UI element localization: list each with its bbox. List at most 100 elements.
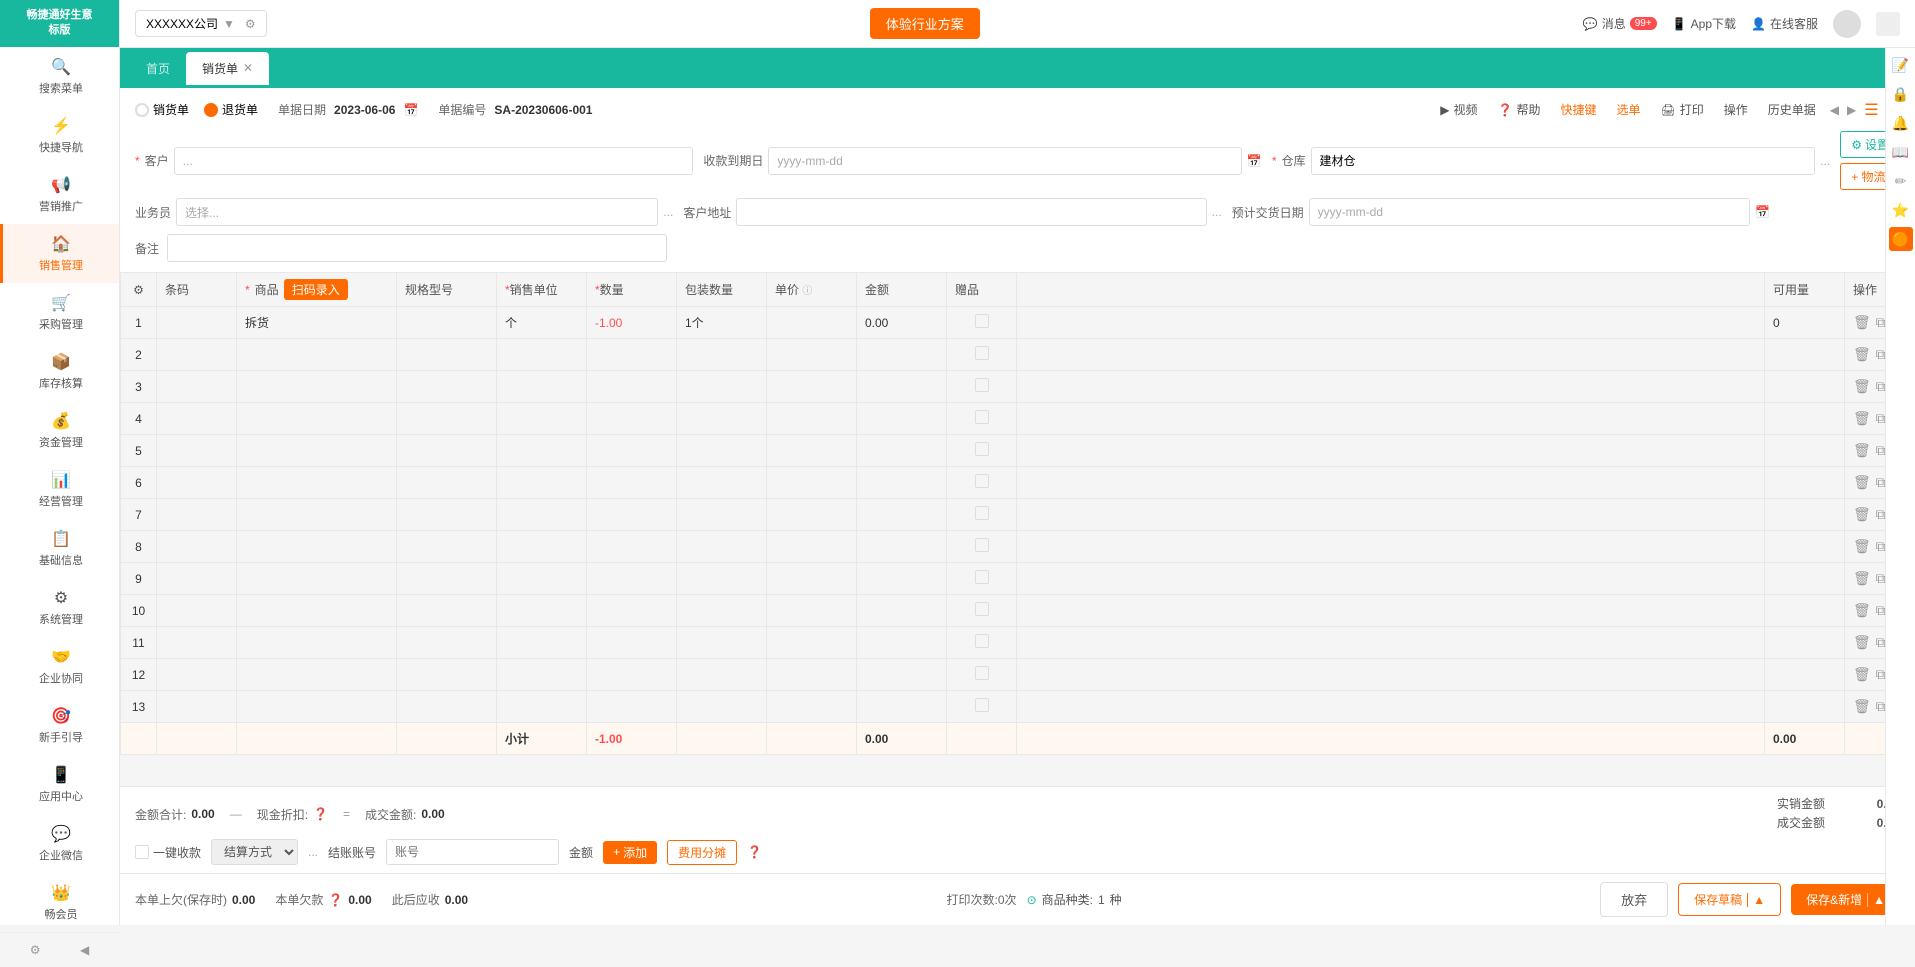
calendar-icon[interactable]: 📅	[403, 103, 418, 117]
shortcut-btn[interactable]: 快捷键	[1554, 98, 1602, 121]
app-download-action[interactable]: 📱 App下载	[1672, 15, 1736, 32]
th-gear[interactable]: ⚙	[121, 273, 157, 307]
cell-qty[interactable]: -1.00	[587, 307, 677, 339]
sidebar-item-newguide[interactable]: 🎯 新手引导	[0, 696, 119, 755]
collection-calendar-icon[interactable]: 📅	[1247, 154, 1262, 168]
sidebar-item-search[interactable]: 🔍 搜索菜单	[0, 47, 119, 106]
rp-orange-icon[interactable]: 🟠	[1889, 227, 1913, 251]
goods-type[interactable]: ⊙ 商品种类: 1 种	[1027, 891, 1122, 908]
rp-lock-icon[interactable]: 🔒	[1889, 82, 1913, 106]
customer-input[interactable]: ...	[174, 147, 694, 175]
save-new-button[interactable]: 保存&新增 ▲	[1791, 884, 1900, 915]
cell-spec[interactable]	[397, 307, 497, 339]
sidebar-item-wechat[interactable]: 💬 企业微信	[0, 814, 119, 873]
warehouse-input[interactable]: 建材仓	[1311, 147, 1816, 175]
delete-icon[interactable]: 🗑	[1853, 698, 1871, 715]
rp-note-icon[interactable]: 📝	[1889, 53, 1913, 77]
expected-calendar-icon[interactable]: 📅	[1755, 205, 1770, 219]
expense-split-button[interactable]: 费用分摊	[667, 840, 737, 865]
cell-goods[interactable]: 拆货	[237, 307, 397, 339]
customer-address-input[interactable]	[736, 198, 1206, 226]
tab-home[interactable]: 首页	[130, 52, 186, 85]
save-draft-button[interactable]: 保存草稿 ▲	[1678, 883, 1781, 916]
collection-date-input[interactable]: yyyy-mm-dd	[768, 147, 1241, 175]
sidebar-item-enterprise[interactable]: 🤝 企业协同	[0, 637, 119, 696]
online-service-action[interactable]: 👤 在线客服	[1751, 15, 1818, 32]
salesperson-input[interactable]: 选择...	[176, 198, 658, 226]
delete-icon[interactable]: 🗑	[1853, 506, 1871, 523]
list-view-icon[interactable]: ☰	[1864, 100, 1878, 120]
avatar2[interactable]	[1876, 12, 1900, 36]
sidebar-item-marketing[interactable]: 📢 营销推广	[0, 165, 119, 224]
rp-book-icon[interactable]: 📖	[1889, 140, 1913, 164]
sidebar-item-purchase[interactable]: 🛒 采购管理	[0, 283, 119, 342]
sidebar-collapse-icon[interactable]: ◀	[80, 943, 89, 957]
one-click-payment-checkbox[interactable]: 一键收款	[135, 844, 201, 861]
delete-icon[interactable]: 🗑	[1853, 538, 1871, 555]
delete-icon[interactable]: 🗑	[1853, 474, 1871, 491]
delete-icon[interactable]: 🗑	[1853, 410, 1871, 427]
sidebar-item-operation[interactable]: 📊 经营管理	[0, 460, 119, 519]
delete-icon[interactable]: 🗑	[1853, 602, 1871, 619]
rp-bell-icon[interactable]: 🔔	[1889, 111, 1913, 135]
expense-question-icon[interactable]: ❓	[747, 845, 762, 859]
cell-barcode[interactable]	[157, 307, 237, 339]
history-btn[interactable]: 历史单据	[1762, 98, 1822, 121]
cell-pack-qty[interactable]: 1个	[677, 307, 767, 339]
delete-icon[interactable]: 🗑	[1853, 666, 1871, 683]
experience-button[interactable]: 体验行业方案	[870, 8, 980, 39]
select-order-btn[interactable]: 选单	[1610, 98, 1646, 121]
company-selector[interactable]: XXXXXX公司 ▼ ⚙	[135, 10, 267, 37]
sidebar-item-basic[interactable]: 📋 基础信息	[0, 519, 119, 578]
help-btn[interactable]: ❓ 帮助	[1492, 98, 1547, 121]
nav-next-icon[interactable]: ▶	[1847, 103, 1856, 117]
tab-sales-order[interactable]: 销货单 ✕	[186, 52, 269, 85]
scan-button[interactable]: 扫码录入	[284, 279, 348, 300]
cell-price[interactable]	[767, 307, 857, 339]
delete-icon[interactable]: 🗑	[1853, 378, 1871, 395]
question-owed-icon[interactable]: ❓	[328, 893, 343, 907]
delete-icon[interactable]: 🗑	[1853, 634, 1871, 651]
sidebar-item-appcenter[interactable]: 📱 应用中心	[0, 755, 119, 814]
sales-order-radio[interactable]: 销货单	[135, 101, 189, 118]
settlement-method-select[interactable]: 结算方式	[211, 839, 298, 865]
add-payment-button[interactable]: + 添加	[603, 841, 657, 864]
return-order-radio[interactable]: 退货单	[204, 101, 258, 118]
rp-star-icon[interactable]: ⭐	[1889, 198, 1913, 222]
message-action[interactable]: 💬 消息 99+	[1583, 15, 1657, 32]
video-btn[interactable]: ▶ 视频	[1434, 98, 1483, 121]
message-label: 消息	[1602, 15, 1626, 32]
account-input[interactable]	[386, 839, 559, 865]
sidebar-bottom: ⚙ ◀	[0, 932, 119, 967]
print-btn[interactable]: 🖨 打印	[1655, 98, 1710, 121]
sidebar-item-member[interactable]: 👑 畅会员	[0, 873, 119, 932]
save-new-dropdown-icon[interactable]: ▲	[1867, 893, 1885, 907]
sidebar-item-inventory[interactable]: 📦 库存核算	[0, 342, 119, 401]
payment-checkbox[interactable]	[135, 845, 149, 859]
table-scroll-container[interactable]: ⚙ 条码 * 商品 扫码录入 规格型号	[120, 272, 1915, 786]
tab-close-icon[interactable]: ✕	[243, 61, 253, 75]
sidebar-item-sales[interactable]: 🏠 销售管理	[0, 224, 119, 283]
save-draft-dropdown-icon[interactable]: ▲	[1747, 893, 1765, 907]
cell-unit[interactable]: 个	[497, 307, 587, 339]
sidebar-settings-icon[interactable]: ⚙	[30, 943, 41, 957]
ops-btn[interactable]: 操作	[1718, 98, 1754, 121]
sidebar-item-shortcut[interactable]: ⚡ 快捷导航	[0, 106, 119, 165]
rp-edit-icon[interactable]: ✏	[1889, 169, 1913, 193]
cell-amount[interactable]: 0.00	[857, 307, 947, 339]
avatar[interactable]	[1833, 10, 1861, 38]
notes-input[interactable]	[167, 234, 667, 262]
delete-icon[interactable]: 🗑	[1853, 314, 1871, 331]
company-settings-icon[interactable]: ⚙	[245, 17, 256, 31]
question-icon[interactable]: ❓	[313, 807, 328, 821]
delete-icon[interactable]: 🗑	[1853, 442, 1871, 459]
nav-prev-icon[interactable]: ◀	[1830, 103, 1839, 117]
cell-gift[interactable]	[947, 307, 1017, 339]
delete-icon[interactable]: 🗑	[1853, 570, 1871, 587]
gift-checkbox[interactable]	[975, 314, 989, 328]
discard-button[interactable]: 放弃	[1600, 882, 1668, 917]
sidebar-item-system[interactable]: ⚙ 系统管理	[0, 578, 119, 637]
expected-date-input[interactable]: yyyy-mm-dd	[1309, 198, 1750, 226]
sidebar-item-finance[interactable]: 💰 资金管理	[0, 401, 119, 460]
delete-icon[interactable]: 🗑	[1853, 346, 1871, 363]
